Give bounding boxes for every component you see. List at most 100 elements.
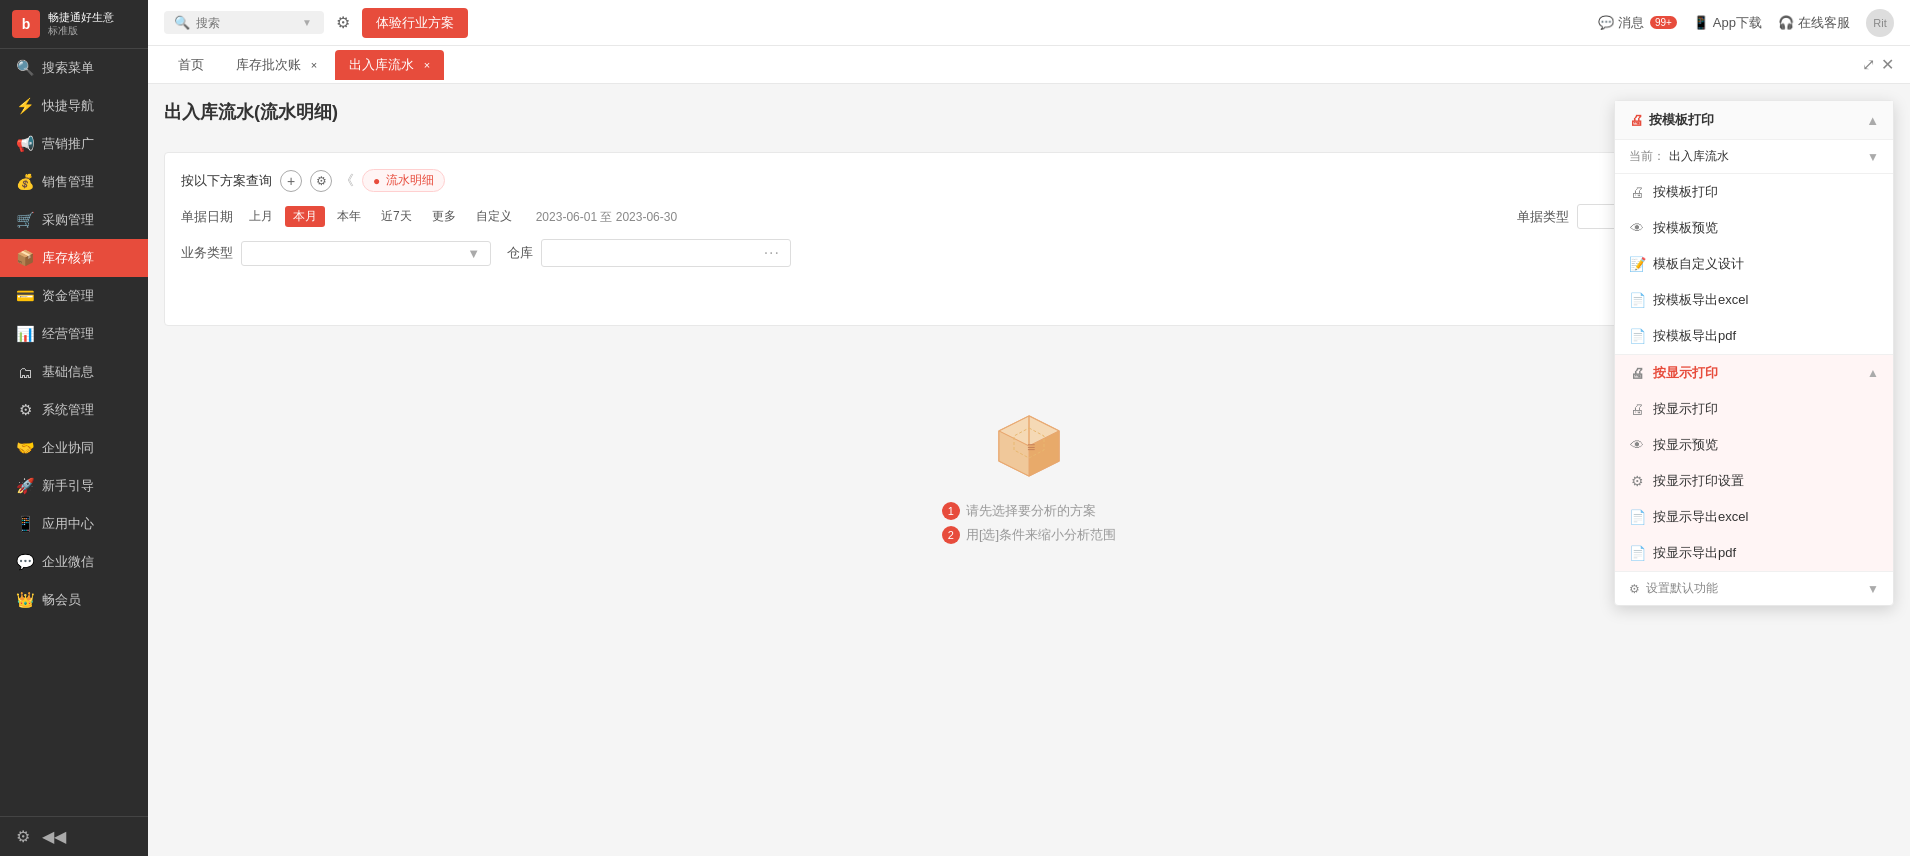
filter-collapse-icon[interactable]: 《 xyxy=(340,172,354,190)
dropdown-header-actions: ▲ xyxy=(1866,113,1879,128)
online-service-item[interactable]: 🎧 在线客服 xyxy=(1778,14,1850,32)
beginner-icon: 🚀 xyxy=(16,477,34,495)
search-input[interactable] xyxy=(196,16,296,30)
sidebar-item-label: 快捷导航 xyxy=(42,97,94,115)
collapse-icon[interactable]: ◀◀ xyxy=(42,827,66,846)
sidebar-item-member[interactable]: 👑 畅会员 xyxy=(0,581,148,619)
dropdown-title: 🖨 按模板打印 xyxy=(1629,111,1714,129)
dropdown-scroll: 🖨 按模板打印 👁 按模板预览 📝 模板自定义设计 📄 按模板导出excel 📄… xyxy=(1615,174,1893,571)
dropdown-current-arrow: ▼ xyxy=(1867,150,1879,164)
sidebar-item-quick-nav[interactable]: ⚡ 快捷导航 xyxy=(0,87,148,125)
industry-solution-button[interactable]: 体验行业方案 xyxy=(362,8,468,38)
svg-text:≡: ≡ xyxy=(1027,439,1035,455)
logo-sub: 标准版 xyxy=(48,24,114,38)
sidebar-item-operations[interactable]: 📊 经营管理 xyxy=(0,315,148,353)
dp-item-display-print-settings[interactable]: ⚙ 按显示打印设置 xyxy=(1615,463,1893,499)
sidebar-item-basic-info[interactable]: 🗂 基础信息 xyxy=(0,353,148,391)
topbar-gear-icon[interactable]: ⚙ xyxy=(336,13,350,32)
filter-label: 按以下方案查询 xyxy=(181,172,272,190)
sidebar-item-label: 营销推广 xyxy=(42,135,94,153)
dropdown-up-icon[interactable]: ▲ xyxy=(1866,113,1879,128)
empty-box-icon: ≡ xyxy=(989,406,1069,486)
sidebar-item-label: 搜索菜单 xyxy=(42,59,94,77)
sidebar-item-label: 库存核算 xyxy=(42,249,94,267)
app-center-icon: 📱 xyxy=(16,515,34,533)
tab-batch-account[interactable]: 库存批次账 × xyxy=(222,50,331,80)
tab-close-all-icon[interactable]: ✕ xyxy=(1881,55,1894,74)
sidebar-item-beginner[interactable]: 🚀 新手引导 xyxy=(0,467,148,505)
dp-item-display-export-excel[interactable]: 📄 按显示导出excel xyxy=(1615,499,1893,535)
app-download-item[interactable]: 📱 App下载 xyxy=(1693,14,1762,32)
sidebar-item-label: 企业微信 xyxy=(42,553,94,571)
user-avatar[interactable]: Rit xyxy=(1866,9,1894,37)
logo-name: 畅捷通好生意 xyxy=(48,10,114,24)
date-option-this-month[interactable]: 本月 xyxy=(285,206,325,227)
business-type-select[interactable]: ▼ xyxy=(241,241,491,266)
dp-item-template-preview[interactable]: 👁 按模板预览 xyxy=(1615,210,1893,246)
display-printer-icon: 🖨 xyxy=(1629,401,1645,417)
sidebar-nav: 🔍 搜索菜单 ⚡ 快捷导航 📢 营销推广 💰 销售管理 🛒 采购管理 📦 库存核… xyxy=(0,49,148,816)
sidebar-item-wechat[interactable]: 💬 企业微信 xyxy=(0,543,148,581)
sidebar-item-marketing[interactable]: 📢 营销推广 xyxy=(0,125,148,163)
enterprise-icon: 🤝 xyxy=(16,439,34,457)
dropdown-footer-icon: ⚙ xyxy=(1629,582,1640,596)
sidebar-item-search[interactable]: 🔍 搜索菜单 xyxy=(0,49,148,87)
business-type-label: 业务类型 xyxy=(181,244,233,262)
notification-icon: 💬 xyxy=(1598,15,1614,30)
tab-home[interactable]: 首页 xyxy=(164,50,218,80)
date-option-last-month[interactable]: 上月 xyxy=(241,206,281,227)
dp-item-template-export-pdf[interactable]: 📄 按模板导出pdf xyxy=(1615,318,1893,354)
marketing-icon: 📢 xyxy=(16,135,34,153)
date-option-7days[interactable]: 近7天 xyxy=(373,206,420,227)
tab-flow-close[interactable]: × xyxy=(424,59,430,71)
tab-maximize-icon[interactable]: ⤢ xyxy=(1862,55,1875,74)
sidebar-item-purchase[interactable]: 🛒 采购管理 xyxy=(0,201,148,239)
search-icon: 🔍 xyxy=(174,15,190,30)
notification-item[interactable]: 💬 消息 99+ xyxy=(1598,14,1677,32)
date-option-this-year[interactable]: 本年 xyxy=(329,206,369,227)
dropdown-title-icon: 🖨 xyxy=(1629,112,1643,128)
sidebar-item-sales[interactable]: 💰 销售管理 xyxy=(0,163,148,201)
settings-icon[interactable]: ⚙ xyxy=(16,827,30,846)
filter-business-type-field: 业务类型 ▼ xyxy=(181,241,491,266)
sidebar-item-inventory[interactable]: 📦 库存核算 xyxy=(0,239,148,277)
tabs-right-actions: ⤢ ✕ xyxy=(1862,55,1894,74)
sidebar-item-finance[interactable]: 💳 资金管理 xyxy=(0,277,148,315)
sidebar-item-app-center[interactable]: 📱 应用中心 xyxy=(0,505,148,543)
filter-tag: ● 流水明细 xyxy=(362,169,445,192)
topbar-search[interactable]: 🔍 ▼ xyxy=(164,11,324,34)
sidebar-item-label: 基础信息 xyxy=(42,363,94,381)
tab-flow[interactable]: 出入库流水 × xyxy=(335,50,444,80)
tab-batch-account-close[interactable]: × xyxy=(311,59,317,71)
date-option-more[interactable]: 更多 xyxy=(424,206,464,227)
empty-tips: 1 请先选择要分析的方案 2 用[选]条件来缩小分析范围 xyxy=(942,502,1116,550)
warehouse-select[interactable]: ··· xyxy=(541,239,791,267)
notification-label: 消息 xyxy=(1618,14,1644,32)
dp-item-display-preview[interactable]: 👁 按显示预览 xyxy=(1615,427,1893,463)
dropdown-footer-label: 设置默认功能 xyxy=(1646,580,1718,597)
notification-badge: 99+ xyxy=(1650,16,1677,29)
dp-item-display-print[interactable]: 🖨 按显示打印 xyxy=(1615,391,1893,427)
pdf-icon: 📄 xyxy=(1629,328,1645,344)
sidebar-item-label: 畅会员 xyxy=(42,591,81,609)
basic-info-icon: 🗂 xyxy=(16,364,34,381)
sidebar-bottom: ⚙ ◀◀ xyxy=(0,816,148,856)
dp-item-template-export-excel[interactable]: 📄 按模板导出excel xyxy=(1615,282,1893,318)
dp-item-template-print[interactable]: 🖨 按模板打印 xyxy=(1615,174,1893,210)
tip-num-1: 1 xyxy=(942,502,960,520)
filter-settings-button[interactable]: ⚙ xyxy=(310,170,332,192)
dp-item-template-custom[interactable]: 📝 模板自定义设计 xyxy=(1615,246,1893,282)
topbar-right: 💬 消息 99+ 📱 App下载 🎧 在线客服 Rit xyxy=(1598,9,1894,37)
dp-item-display-export-pdf[interactable]: 📄 按显示导出pdf xyxy=(1615,535,1893,571)
dropdown-footer[interactable]: ⚙ 设置默认功能 ▼ xyxy=(1615,571,1893,605)
section-expand-icon[interactable]: ▲ xyxy=(1867,366,1879,380)
filter-add-button[interactable]: + xyxy=(280,170,302,192)
sidebar-item-system[interactable]: ⚙ 系统管理 xyxy=(0,391,148,429)
operations-icon: 📊 xyxy=(16,325,34,343)
date-option-custom[interactable]: 自定义 xyxy=(468,206,520,227)
dp-section-display: 🖨 按显示打印 ▲ xyxy=(1615,355,1893,391)
tip-text-2: 用[选]条件来缩小分析范围 xyxy=(966,526,1116,544)
sidebar-item-enterprise[interactable]: 🤝 企业协同 xyxy=(0,429,148,467)
display-excel-icon: 📄 xyxy=(1629,509,1645,525)
sidebar-item-label: 应用中心 xyxy=(42,515,94,533)
